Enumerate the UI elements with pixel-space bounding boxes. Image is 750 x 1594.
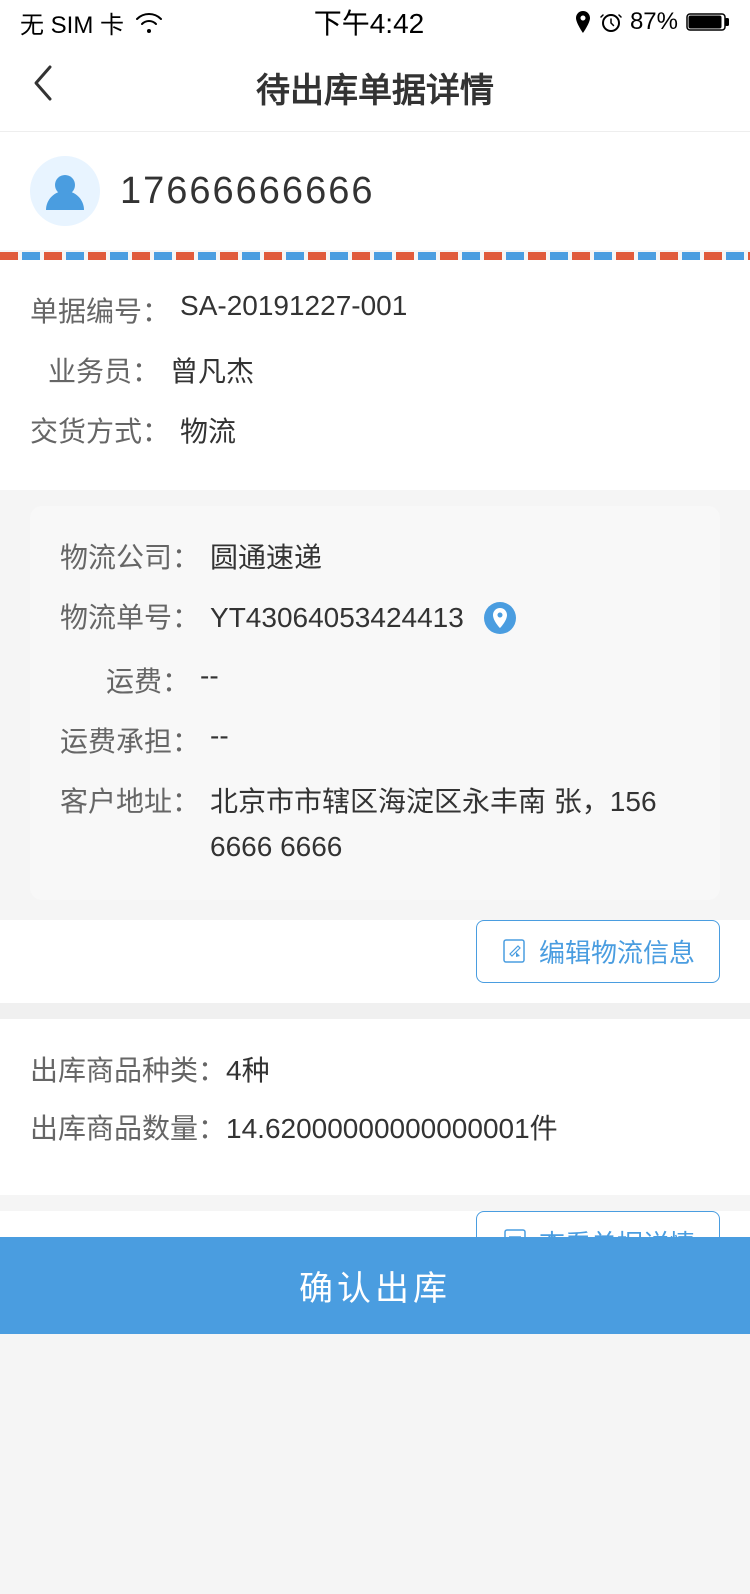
edit-icon [501, 937, 529, 965]
user-icon [42, 168, 88, 214]
battery-text: 87% [630, 8, 678, 36]
alarm-icon [600, 11, 622, 33]
tracking-number-row: 物流单号： YT43064053424413 [60, 596, 690, 640]
goods-types-value: 4种 [226, 1049, 270, 1089]
avatar [30, 156, 100, 226]
goods-section: 出库商品种类： 4种 出库商品数量： 14.62000000000000001件 [0, 1019, 750, 1195]
freight-bearer-label: 运费承担： [60, 720, 210, 760]
tracking-number-text: YT43064053424413 [210, 602, 464, 634]
tracking-number-value: YT43064053424413 [210, 596, 690, 640]
goods-types-label: 出库商品种类： [30, 1049, 226, 1089]
document-number-value: SA-20191227-001 [180, 290, 720, 322]
freight-bearer-row: 运费承担： -- [60, 720, 690, 760]
sales-person-label: 业务员： [30, 350, 170, 390]
delivery-method-value: 物流 [180, 410, 720, 450]
sales-person-row: 业务员： 曾凡杰 [30, 350, 720, 390]
sales-person-value: 曾凡杰 [170, 350, 720, 390]
address-row: 客户地址： 北京市市辖区海淀区永丰南 张，156 6666 6666 [60, 780, 690, 870]
edit-logistics-label: 编辑物流信息 [539, 933, 695, 970]
section-separator [0, 1003, 750, 1019]
logistics-card: 物流公司： 圆通速递 物流单号： YT43064053424413 运费： --… [30, 506, 720, 900]
freight-label: 运费： [60, 660, 200, 700]
address-label: 客户地址： [60, 780, 210, 820]
carrier-text: 无 SIM 卡 [20, 5, 124, 40]
status-right: 87% [574, 8, 730, 36]
order-info-section: 单据编号： SA-20191227-001 业务员： 曾凡杰 交货方式： 物流 [0, 260, 750, 490]
confirm-btn-container: 确认出库 [0, 1237, 750, 1334]
customer-header: 17666666666 [0, 132, 750, 250]
map-pin-icon [482, 600, 518, 636]
edit-logistics-button[interactable]: 编辑物流信息 [476, 920, 720, 983]
confirm-outbound-button[interactable]: 确认出库 [299, 1261, 451, 1310]
customer-phone: 17666666666 [120, 170, 374, 213]
status-bar: 无 SIM 卡 下午4:42 87% [0, 0, 750, 44]
wifi-icon [134, 11, 164, 33]
goods-types-row: 出库商品种类： 4种 [30, 1049, 720, 1089]
delivery-method-label: 交货方式： [30, 410, 180, 450]
location-status-icon [574, 11, 592, 33]
back-button[interactable] [30, 63, 90, 112]
goods-quantity-label: 出库商品数量： [30, 1107, 226, 1147]
logistics-company-value: 圆通速递 [210, 536, 690, 576]
goods-quantity-row: 出库商品数量： 14.62000000000000001件 [30, 1107, 720, 1147]
page-title: 待出库单据详情 [256, 63, 494, 112]
freight-value: -- [200, 660, 690, 692]
logistics-company-label: 物流公司： [60, 536, 210, 576]
tracking-number-label: 物流单号： [60, 596, 210, 636]
status-left: 无 SIM 卡 [20, 5, 164, 40]
goods-quantity-value: 14.62000000000000001件 [226, 1107, 558, 1147]
nav-bar: 待出库单据详情 [0, 44, 750, 132]
logistics-company-row: 物流公司： 圆通速递 [60, 536, 690, 576]
document-number-label: 单据编号： [30, 290, 180, 330]
address-value: 北京市市辖区海淀区永丰南 张，156 6666 6666 [210, 780, 690, 870]
freight-row: 运费： -- [60, 660, 690, 700]
battery-icon [686, 11, 730, 33]
document-number-row: 单据编号： SA-20191227-001 [30, 290, 720, 330]
delivery-method-row: 交货方式： 物流 [30, 410, 720, 450]
freight-bearer-value: -- [210, 720, 690, 752]
decorative-border [0, 252, 750, 260]
track-location-button[interactable] [478, 596, 522, 640]
edit-btn-row: 编辑物流信息 [0, 920, 750, 1003]
status-time: 下午4:42 [314, 2, 425, 42]
